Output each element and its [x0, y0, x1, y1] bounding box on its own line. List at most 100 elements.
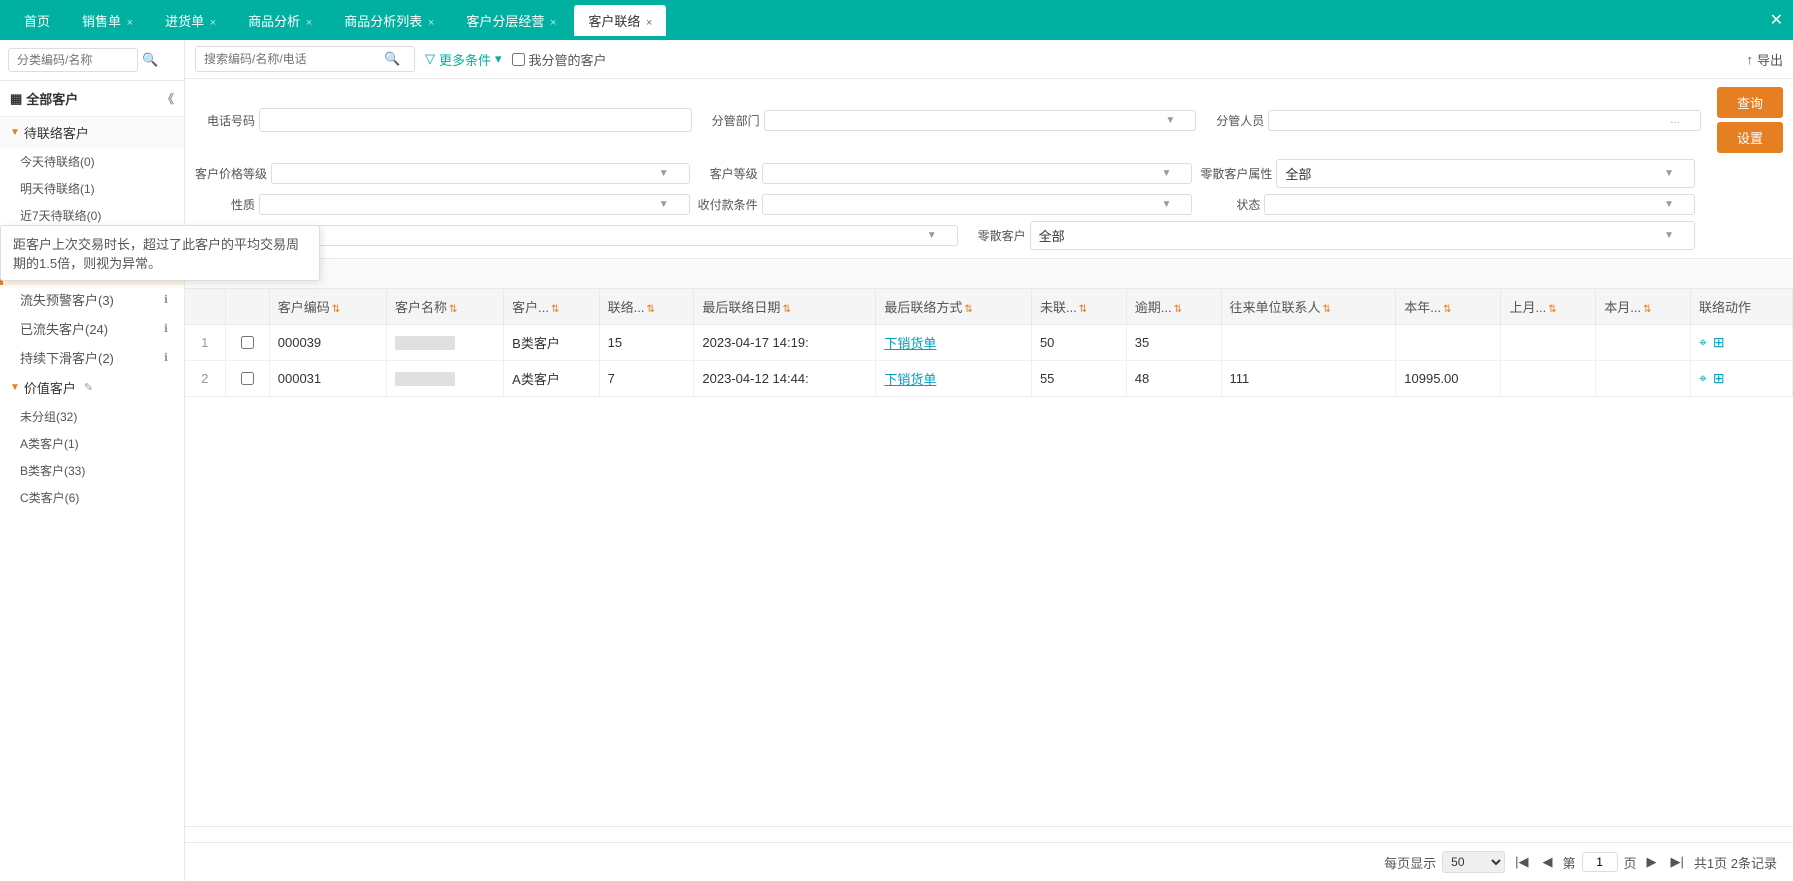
th-code: 客户编码⇅ — [269, 289, 386, 325]
nav-item-analysis-list[interactable]: 商品分析列表 × — [330, 5, 448, 36]
nav-item-customer-tier[interactable]: 客户分层经营 × — [452, 5, 570, 36]
sort-icon-overdue[interactable]: ⇅ — [1174, 304, 1182, 315]
settings-button[interactable]: 设置 — [1717, 122, 1783, 153]
price-level-select[interactable]: ▼ — [271, 163, 690, 184]
sort-icon-uc[interactable]: ⇅ — [1323, 304, 1331, 315]
filter-search-input[interactable] — [204, 52, 384, 66]
edit-icon[interactable]: ✎ — [84, 381, 93, 394]
cell-tm-1 — [1596, 325, 1691, 361]
page-size-select[interactable]: 50 100 — [1442, 851, 1505, 873]
blurred-name-2 — [395, 372, 455, 386]
filter-field-gender: 性质 ▼ — [195, 194, 690, 215]
tooltip-box: 距客户上次交易时长，超过了此客户的平均交易周期的1.5倍，则视为异常。 — [0, 225, 185, 281]
nav-close-analysis-list[interactable]: × — [428, 17, 434, 29]
row2-checkbox[interactable] — [241, 372, 254, 385]
th-this-year: 本年...⇅ — [1396, 289, 1501, 325]
cell-ltype-1[interactable]: 下销货单 — [876, 325, 1032, 361]
retail-customer-select[interactable]: 全部 ▼ — [1030, 221, 1695, 250]
last-page-btn[interactable]: ▶| — [1667, 852, 1688, 872]
sort-icon-unreached[interactable]: ⇅ — [1079, 304, 1087, 315]
action-link-icon-2[interactable]: ⌖ — [1699, 370, 1707, 387]
filter-search-icon[interactable]: 🔍 — [384, 51, 400, 67]
row1-checkbox[interactable] — [241, 336, 254, 349]
cell-unreached-2: 55 — [1031, 361, 1126, 397]
sidebar-collapse-icon[interactable]: 《 — [162, 90, 174, 107]
nav-close-sales[interactable]: × — [127, 17, 133, 29]
nav-close-purchase[interactable]: × — [210, 17, 216, 29]
cell-lm-2 — [1501, 361, 1596, 397]
sidebar-item-a-class[interactable]: A类客户(1) — [0, 430, 184, 457]
sidebar-item-churn-warning[interactable]: 流失预警客户(3) ℹ — [0, 285, 184, 314]
window-close-icon[interactable]: ✕ — [1770, 10, 1783, 30]
status-select[interactable]: ▼ — [1264, 194, 1695, 215]
my-customers-checkbox[interactable] — [512, 53, 525, 66]
nav-close-analysis[interactable]: × — [306, 17, 312, 29]
sidebar-item-tomorrow[interactable]: 明天待联络(1) — [0, 175, 184, 202]
sort-icon-ltype[interactable]: ⇅ — [964, 304, 972, 315]
customer-type-select[interactable]: ▼ — [292, 225, 957, 246]
horizontal-scrollbar[interactable] — [185, 826, 1793, 842]
sort-icon-contact[interactable]: ⇅ — [646, 304, 654, 315]
content-area: 🔍 ▽ 更多条件 ▾ 我分管的客户 ↑ 导出 电话号码 — [185, 40, 1793, 881]
action-grid-icon-1[interactable]: ⊞ — [1713, 334, 1725, 351]
retail-attr-select[interactable]: 全部 ▼ — [1276, 159, 1695, 188]
person-select[interactable]: … — [1268, 110, 1701, 131]
gender-select[interactable]: ▼ — [259, 194, 690, 215]
first-page-btn[interactable]: |◀ — [1511, 852, 1532, 872]
level-select[interactable]: ▼ — [762, 163, 1193, 184]
nav-item-home[interactable]: 首页 — [10, 5, 64, 36]
phone-input[interactable] — [259, 108, 692, 132]
sidebar-search-input[interactable] — [8, 48, 138, 72]
sidebar-item-declining[interactable]: 持续下滑客户(2) ℹ — [0, 343, 184, 372]
sidebar-item-b-class[interactable]: B类客户(33) — [0, 457, 184, 484]
nav-close-customer-tier[interactable]: × — [550, 17, 556, 29]
sidebar-item-today[interactable]: 今天待联络(0) — [0, 148, 184, 175]
sidebar-group-title-pending[interactable]: ▼ 待联络客户 — [0, 117, 184, 148]
cell-uc-1 — [1221, 325, 1396, 361]
th-this-month: 本月...⇅ — [1596, 289, 1691, 325]
th-action: 联络动作 — [1691, 289, 1793, 325]
sidebar-item-c-class[interactable]: C类客户(6) — [0, 484, 184, 511]
filter-more-conditions[interactable]: ▽ 更多条件 ▾ — [425, 50, 502, 69]
nav-close-customer-contact[interactable]: × — [646, 17, 652, 29]
action-grid-icon-2[interactable]: ⊞ — [1713, 370, 1725, 387]
chevron-down-icon: ▾ — [495, 51, 502, 67]
data-table: 客户编码⇅ 客户名称⇅ 客户...⇅ 联络...⇅ 最后联络日期⇅ 最后联络方式… — [185, 289, 1793, 397]
sort-icon-tm[interactable]: ⇅ — [1643, 304, 1651, 315]
caret-icon-9: ▼ — [927, 230, 937, 241]
dept-select[interactable]: ▼ — [764, 110, 1197, 131]
nav-item-analysis[interactable]: 商品分析 × — [234, 5, 326, 36]
cell-ltype-2[interactable]: 下销货单 — [876, 361, 1032, 397]
caret-icon-8: ▼ — [1664, 199, 1674, 210]
retail-customer-value: 全部 — [1039, 226, 1065, 245]
nav-item-customer-contact[interactable]: 客户联络 × — [574, 5, 666, 36]
sort-icon-date[interactable]: ⇅ — [782, 304, 790, 315]
filter-more-label: 更多条件 — [439, 50, 491, 69]
sort-icon-type[interactable]: ⇅ — [551, 304, 559, 315]
payment-select[interactable]: ▼ — [762, 194, 1193, 215]
sort-icon-lm[interactable]: ⇅ — [1548, 304, 1556, 315]
action-link-icon-1[interactable]: ⌖ — [1699, 334, 1707, 351]
sidebar-search-icon[interactable]: 🔍 — [142, 52, 158, 68]
filter-field-status: 状态 ▼ — [1200, 194, 1695, 215]
sidebar-item-churned[interactable]: 已流失客户(24) ℹ — [0, 314, 184, 343]
export-button[interactable]: ↑ 导出 — [1746, 50, 1783, 69]
sidebar-search-area: 🔍 — [0, 40, 184, 81]
sort-icon-name[interactable]: ⇅ — [449, 304, 457, 315]
sort-icon-code[interactable]: ⇅ — [332, 304, 340, 315]
sort-icon-ty[interactable]: ⇅ — [1443, 304, 1451, 315]
th-overdue: 逾期...⇅ — [1126, 289, 1221, 325]
sidebar-item-unclassified[interactable]: 未分组(32) — [0, 403, 184, 430]
cell-lm-1 — [1501, 325, 1596, 361]
phone-label: 电话号码 — [195, 112, 255, 129]
nav-item-sales[interactable]: 销售单 × — [68, 5, 147, 36]
next-page-btn[interactable]: ▶ — [1643, 852, 1661, 872]
filter-field-price-level: 客户价格等级 ▼ — [195, 163, 690, 184]
sidebar-group-title-value[interactable]: ▼ 价值客户 ✎ — [0, 372, 184, 403]
page-input[interactable] — [1582, 852, 1618, 872]
nav-item-purchase[interactable]: 进货单 × — [151, 5, 230, 36]
prev-page-btn[interactable]: ◀ — [1539, 852, 1557, 872]
payment-label: 收付款条件 — [698, 196, 758, 213]
query-button[interactable]: 查询 — [1717, 87, 1783, 118]
cell-uc-2: 111 — [1221, 361, 1396, 397]
